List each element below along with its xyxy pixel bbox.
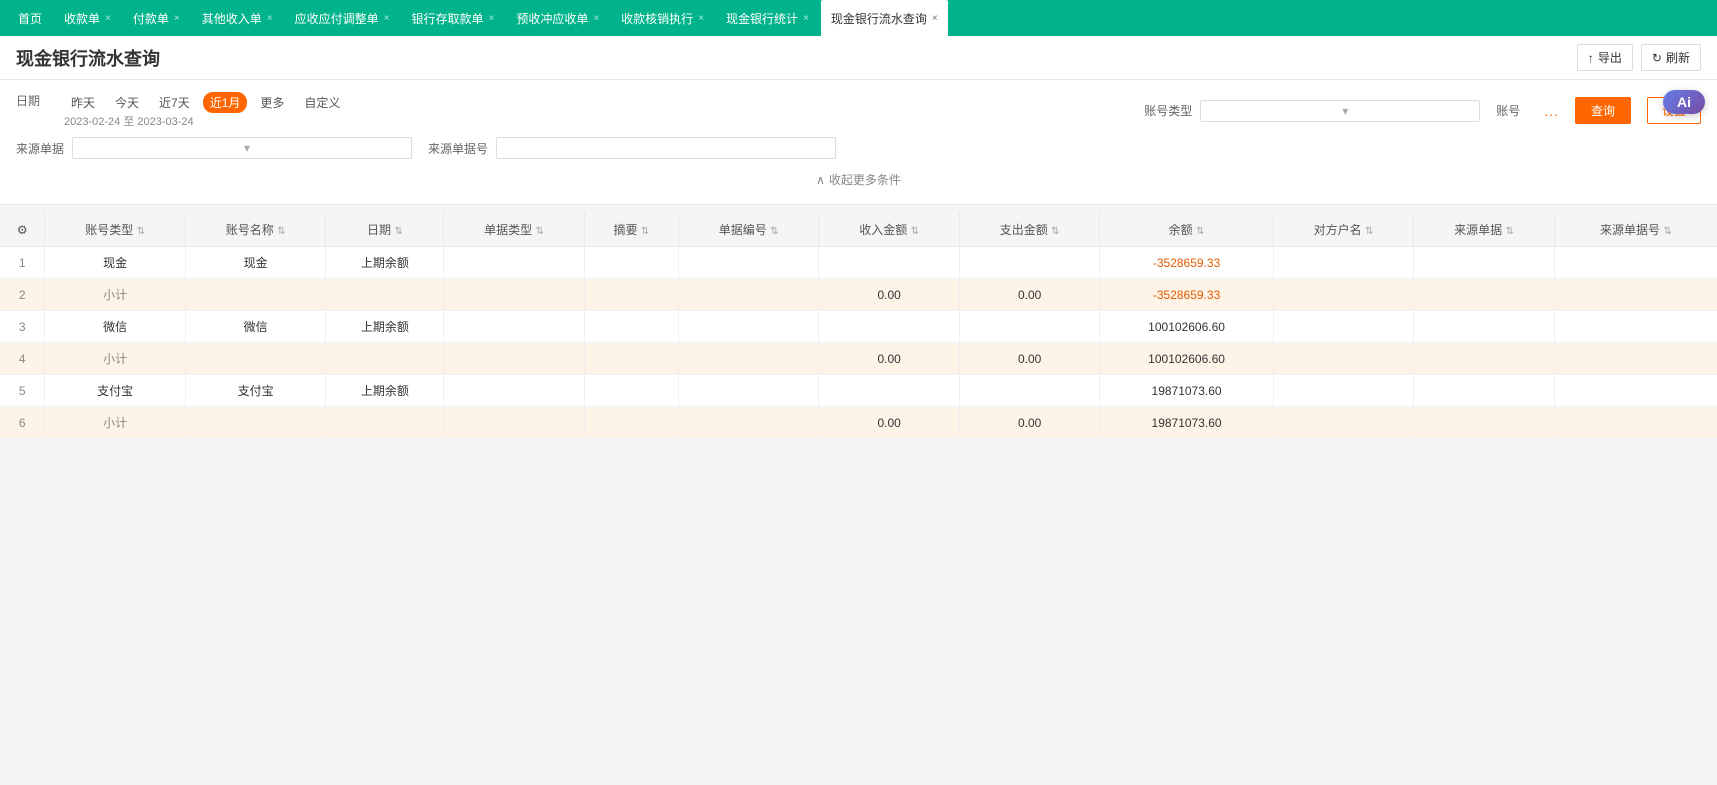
date-btn-today[interactable]: 今天: [108, 92, 146, 113]
table-row: 2小计0.000.00-3528659.33: [0, 279, 1717, 311]
table-header-row: ⚙ 账号类型 ⇅ 账号名称 ⇅ 日期 ⇅ 单据类型 ⇅: [0, 213, 1717, 247]
date-shortcuts-container: 昨天 今天 近7天 近1月 更多 自定义 2023-02-24 至 2023-0…: [64, 92, 347, 129]
nav-tab-ar-ap-adjust[interactable]: 应收应付调整单 ×: [285, 0, 400, 36]
data-table: ⚙ 账号类型 ⇅ 账号名称 ⇅ 日期 ⇅ 单据类型 ⇅: [0, 213, 1717, 439]
gear-icon: ⚙: [17, 223, 28, 237]
date-btn-1month[interactable]: 近1月: [203, 92, 248, 113]
account-type-label: 账号类型: [1144, 102, 1192, 119]
date-btn-custom[interactable]: 自定义: [297, 92, 347, 113]
col-date[interactable]: 日期 ⇅: [326, 213, 444, 247]
table-row: 3微信微信上期余额100102606.60: [0, 311, 1717, 343]
table-body: 1现金现金上期余额-3528659.332小计0.000.00-3528659.…: [0, 247, 1717, 439]
sort-icon: ⇅: [1051, 226, 1059, 237]
source-doc-filter-group: 来源单据 ▾: [16, 137, 412, 159]
source-doc-no-filter-group: 来源单据号: [428, 137, 836, 159]
close-icon[interactable]: ×: [488, 13, 494, 24]
nav-tab-prepayment[interactable]: 预收冲应收单 ×: [506, 0, 609, 36]
nav-tab-cash-bank-flow[interactable]: 现金银行流水查询 ×: [821, 0, 948, 36]
refresh-button[interactable]: ↻ 刷新: [1641, 44, 1701, 71]
col-account-type[interactable]: 账号类型 ⇅: [45, 213, 186, 247]
col-settings[interactable]: ⚙: [0, 213, 45, 247]
date-btn-7days[interactable]: 近7天: [152, 92, 197, 113]
col-source-doc-no[interactable]: 来源单据号 ⇅: [1554, 213, 1717, 247]
query-button[interactable]: 查询: [1575, 97, 1631, 124]
table-row: 4小计0.000.00100102606.60: [0, 343, 1717, 375]
close-icon[interactable]: ×: [803, 13, 809, 24]
date-btn-more[interactable]: 更多: [253, 92, 291, 113]
nav-tab-receipts[interactable]: 收款单 ×: [54, 0, 121, 36]
col-account-name[interactable]: 账号名称 ⇅: [185, 213, 326, 247]
col-doc-type[interactable]: 单据类型 ⇅: [444, 213, 585, 247]
close-icon[interactable]: ×: [932, 13, 938, 24]
page-header: 现金银行流水查询 ↑ 导出 ↻ 刷新: [0, 36, 1717, 80]
export-icon: ↑: [1588, 51, 1594, 65]
sort-icon: ⇅: [770, 226, 778, 237]
nav-home[interactable]: 首页: [8, 10, 52, 27]
export-button[interactable]: ↑ 导出: [1577, 44, 1633, 71]
table-row: 6小计0.000.0019871073.60: [0, 407, 1717, 439]
account-type-filter-group: 账号类型 ▾: [1144, 100, 1480, 122]
account-type-select[interactable]: ▾: [1200, 100, 1480, 122]
date-label: 日期: [16, 92, 56, 109]
nav-tab-cash-bank-stats[interactable]: 现金银行统计 ×: [716, 0, 819, 36]
sort-icon: ⇅: [641, 226, 649, 237]
source-doc-no-input[interactable]: [496, 137, 836, 159]
close-icon[interactable]: ×: [105, 13, 111, 24]
account-no-filter-group: 账号 ...: [1496, 102, 1559, 119]
col-source-doc[interactable]: 来源单据 ⇅: [1414, 213, 1555, 247]
nav-tab-other-income[interactable]: 其他收入单 ×: [192, 0, 283, 36]
sort-icon: ⇅: [911, 226, 919, 237]
chevron-down-icon: ▾: [244, 141, 403, 155]
source-doc-select[interactable]: ▾: [72, 137, 412, 159]
close-icon[interactable]: ×: [384, 13, 390, 24]
refresh-icon: ↻: [1652, 51, 1662, 65]
chevron-down-icon: ▾: [1342, 104, 1471, 118]
table-row: 5支付宝支付宝上期余额19871073.60: [0, 375, 1717, 407]
top-navigation: 首页 收款单 × 付款单 × 其他收入单 × 应收应付调整单 × 银行存取款单 …: [0, 0, 1717, 36]
filter-row-1: 日期 昨天 今天 近7天 近1月 更多 自定义 2023-02-24 至 202…: [16, 92, 1701, 129]
table-container: ⚙ 账号类型 ⇅ 账号名称 ⇅ 日期 ⇅ 单据类型 ⇅: [0, 213, 1717, 439]
close-icon[interactable]: ×: [698, 13, 704, 24]
col-summary[interactable]: 摘要 ⇅: [584, 213, 678, 247]
col-balance[interactable]: 余额 ⇅: [1100, 213, 1273, 247]
ai-badge[interactable]: Ai: [1663, 90, 1705, 114]
col-expense[interactable]: 支出金额 ⇅: [959, 213, 1100, 247]
page-title: 现金银行流水查询: [16, 45, 160, 71]
col-doc-no[interactable]: 单据编号 ⇅: [678, 213, 819, 247]
date-range-display: 2023-02-24 至 2023-03-24: [64, 113, 347, 129]
sort-icon: ⇅: [1365, 226, 1373, 237]
table-row: 1现金现金上期余额-3528659.33: [0, 247, 1717, 279]
collapse-bar[interactable]: ∧ 收起更多条件: [16, 167, 1701, 192]
nav-tab-collection-exec[interactable]: 收款核销执行 ×: [611, 0, 714, 36]
source-doc-label: 来源单据: [16, 140, 64, 157]
date-btn-yesterday[interactable]: 昨天: [64, 92, 102, 113]
sort-icon: ⇅: [394, 226, 402, 237]
close-icon[interactable]: ×: [593, 13, 599, 24]
source-doc-no-label: 来源单据号: [428, 140, 488, 157]
filter-row-2: 来源单据 ▾ 来源单据号: [16, 137, 1701, 159]
chevron-up-icon: ∧: [816, 173, 825, 187]
sort-icon: ⇅: [1663, 226, 1671, 237]
filter-area: 日期 昨天 今天 近7天 近1月 更多 自定义 2023-02-24 至 202…: [0, 80, 1717, 205]
nav-tab-bank-deposit[interactable]: 银行存取款单 ×: [401, 0, 504, 36]
col-counterpart[interactable]: 对方户名 ⇅: [1273, 213, 1414, 247]
sort-icon: ⇅: [137, 226, 145, 237]
header-actions: ↑ 导出 ↻ 刷新: [1577, 44, 1701, 71]
sort-icon: ⇅: [1196, 226, 1204, 237]
account-no-label: 账号: [1496, 102, 1536, 119]
date-shortcuts: 昨天 今天 近7天 近1月 更多 自定义: [64, 92, 347, 113]
account-no-ellipsis-button[interactable]: ...: [1544, 103, 1559, 119]
sort-icon: ⇅: [277, 226, 285, 237]
nav-tab-payments[interactable]: 付款单 ×: [123, 0, 190, 36]
sort-icon: ⇅: [535, 226, 543, 237]
col-income[interactable]: 收入金额 ⇅: [819, 213, 960, 247]
close-icon[interactable]: ×: [174, 13, 180, 24]
sort-icon: ⇅: [1505, 226, 1513, 237]
close-icon[interactable]: ×: [267, 13, 273, 24]
date-filter-group: 日期 昨天 今天 近7天 近1月 更多 自定义 2023-02-24 至 202…: [16, 92, 347, 129]
